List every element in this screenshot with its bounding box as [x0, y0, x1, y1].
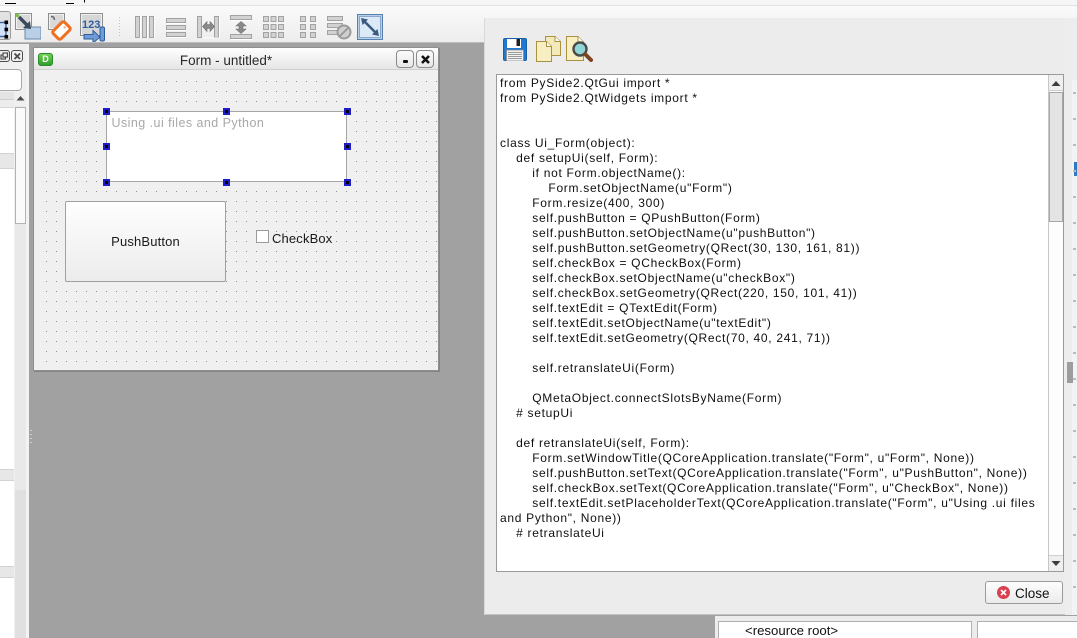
svg-text:123: 123 — [82, 19, 100, 31]
